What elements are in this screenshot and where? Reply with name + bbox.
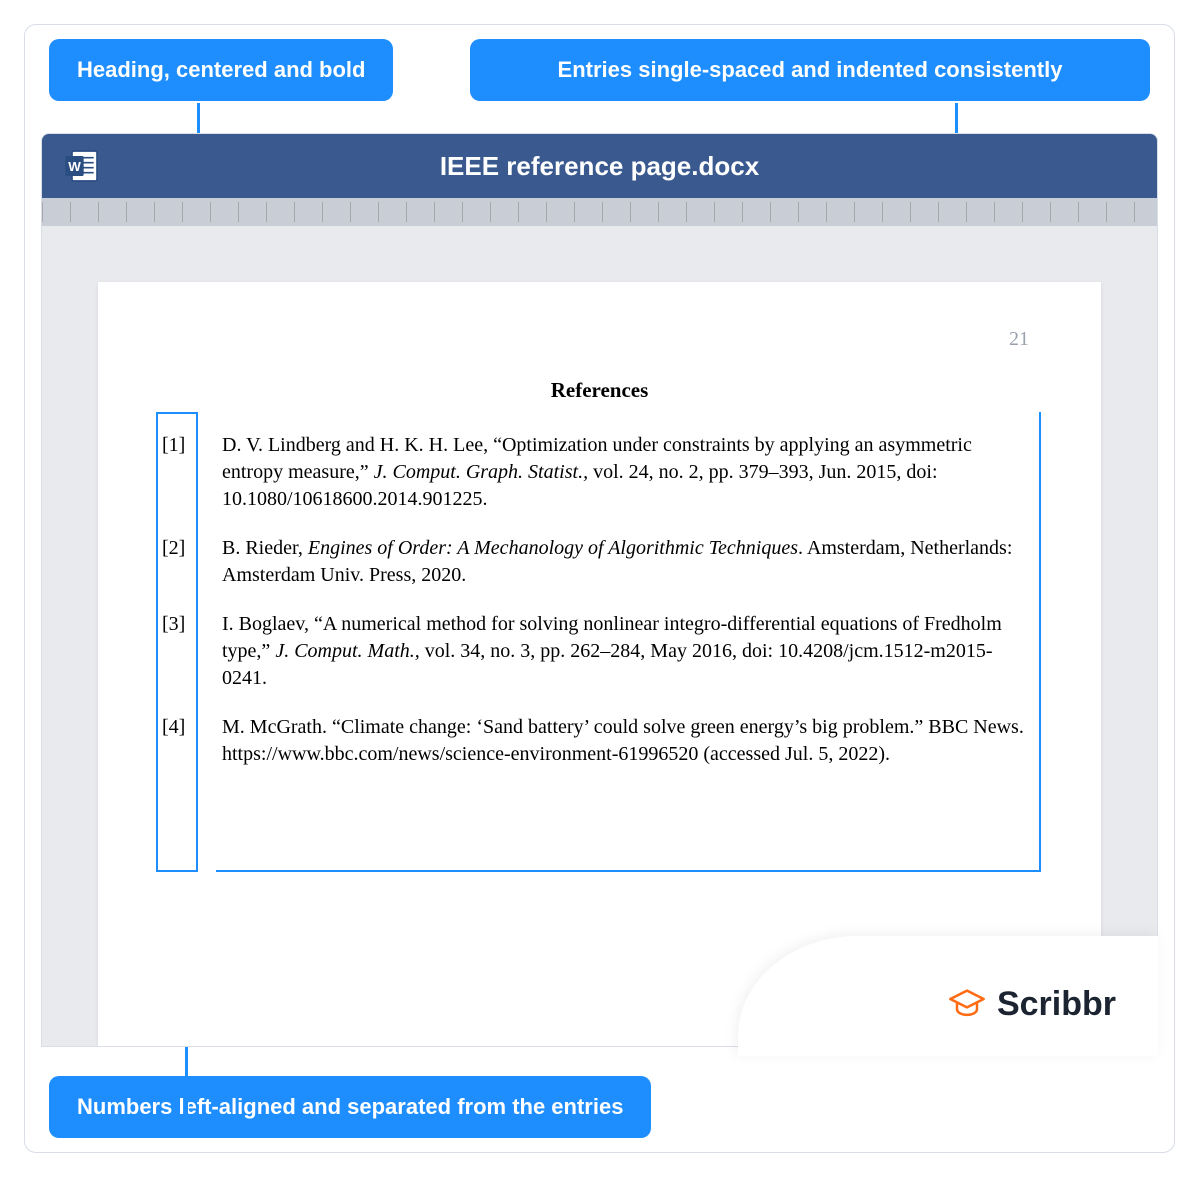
reference-number: [3] bbox=[162, 611, 222, 692]
document-title: IEEE reference page.docx bbox=[42, 151, 1157, 182]
diagram-frame: Heading, centered and bold Entries singl… bbox=[24, 24, 1175, 1153]
ruler bbox=[42, 198, 1157, 226]
reference-number: [4] bbox=[162, 714, 222, 768]
page: 21 References [1] D. V. Lindberg and H. … bbox=[98, 282, 1101, 1046]
reference-list: [1] D. V. Lindberg and H. K. H. Lee, “Op… bbox=[162, 432, 1037, 768]
reference-entry: [1] D. V. Lindberg and H. K. H. Lee, “Op… bbox=[162, 432, 1037, 513]
reference-number: [2] bbox=[162, 535, 222, 589]
reference-entry: [4] M. McGrath. “Climate change: ‘Sand b… bbox=[162, 714, 1037, 768]
brand-name: Scribbr bbox=[997, 985, 1116, 1024]
reference-text: M. McGrath. “Climate change: ‘Sand batte… bbox=[222, 714, 1037, 768]
reference-text: B. Rieder, Engines of Order: A Mechanolo… bbox=[222, 535, 1037, 589]
page-number: 21 bbox=[1009, 326, 1029, 353]
brand-logo: Scribbr bbox=[933, 974, 1134, 1034]
reference-number: [1] bbox=[162, 432, 222, 513]
callout-heading: Heading, centered and bold bbox=[49, 39, 393, 101]
callout-entries: Entries single-spaced and indented consi… bbox=[470, 39, 1150, 101]
titlebar: W IEEE reference page.docx bbox=[42, 134, 1157, 198]
reference-text: D. V. Lindberg and H. K. H. Lee, “Optimi… bbox=[222, 432, 1037, 513]
page-area: 21 References [1] D. V. Lindberg and H. … bbox=[42, 226, 1157, 1046]
callout-numbers: Numbers left-aligned and separated from … bbox=[49, 1076, 651, 1138]
references-heading: References bbox=[162, 376, 1037, 404]
reference-text: I. Boglaev, “A numerical method for solv… bbox=[222, 611, 1037, 692]
graduation-cap-icon bbox=[947, 984, 987, 1024]
reference-entry: [3] I. Boglaev, “A numerical method for … bbox=[162, 611, 1037, 692]
reference-entry: [2] B. Rieder, Engines of Order: A Mecha… bbox=[162, 535, 1037, 589]
document-window: W IEEE reference page.docx 21 References… bbox=[41, 133, 1158, 1047]
